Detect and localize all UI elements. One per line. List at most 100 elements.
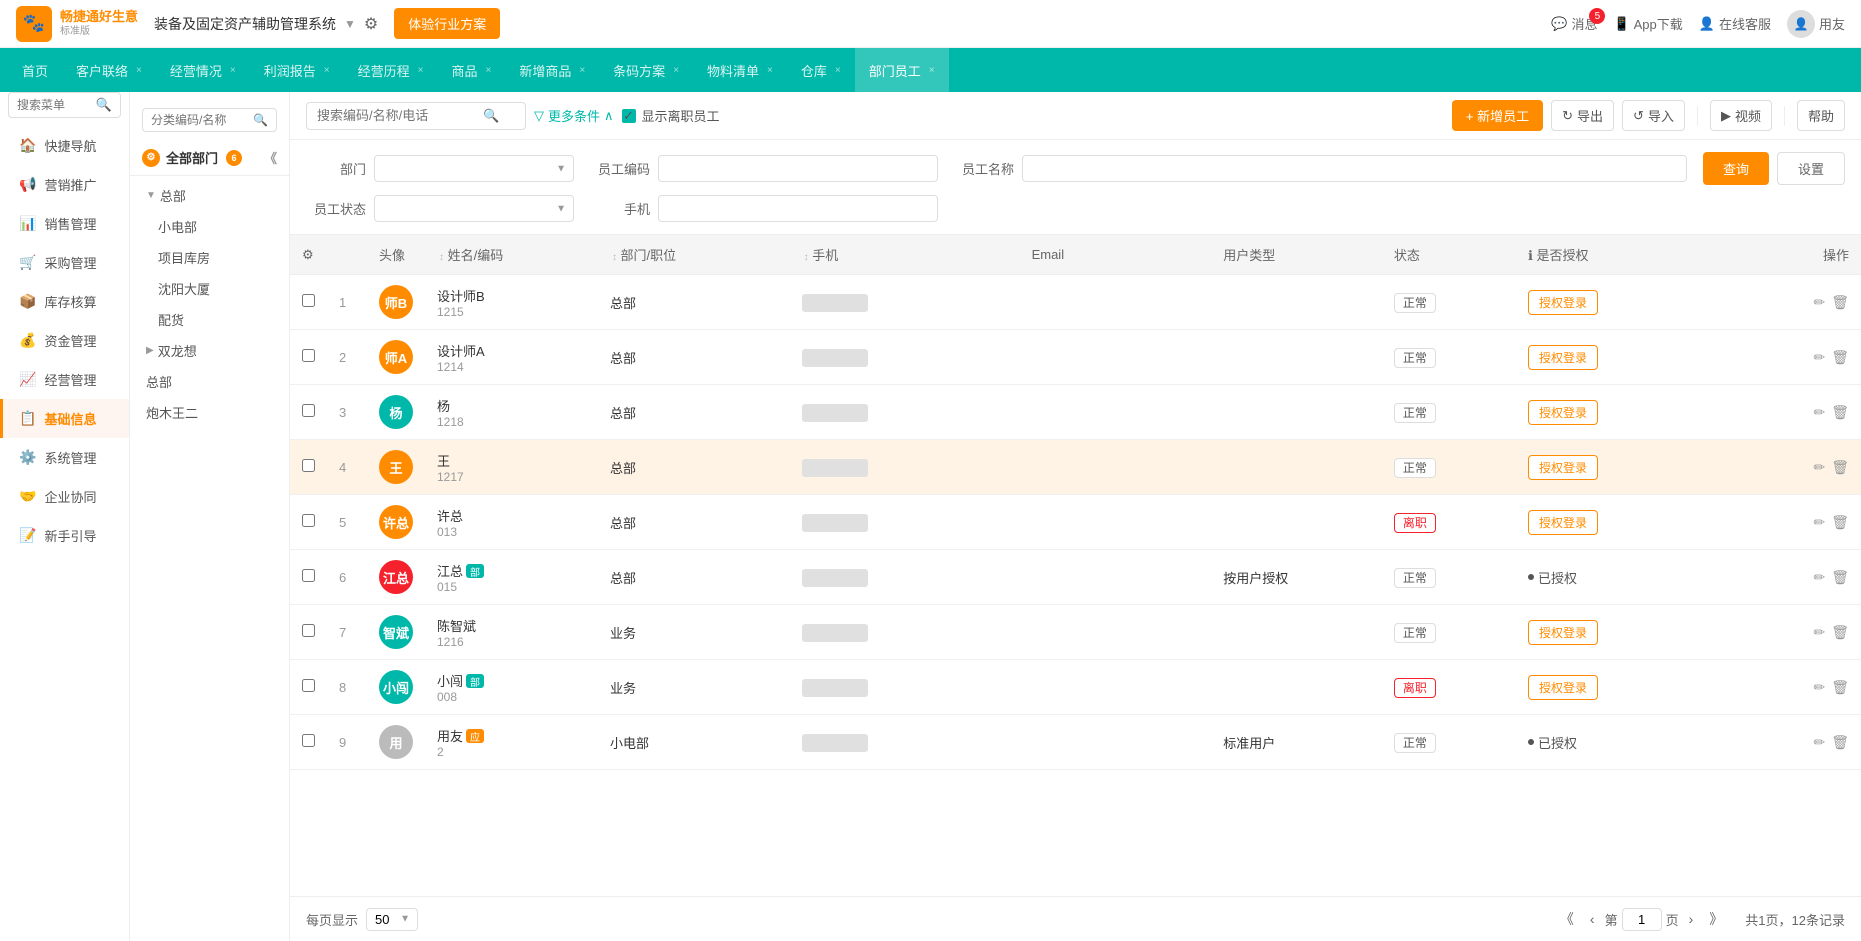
row-checkbox[interactable] xyxy=(302,624,315,637)
row-checkbox[interactable] xyxy=(302,404,315,417)
delete-icon[interactable]: 🗑 xyxy=(1831,349,1849,366)
edit-icon[interactable]: ✏ xyxy=(1813,404,1825,421)
dept-item-peihuo[interactable]: 配货 xyxy=(130,304,289,335)
row-checkbox[interactable] xyxy=(302,514,315,527)
edit-icon[interactable]: ✏ xyxy=(1813,679,1825,696)
page-number-input[interactable] xyxy=(1622,908,1662,931)
dept-select[interactable] xyxy=(374,155,574,182)
add-employee-button[interactable]: + 新增员工 xyxy=(1452,100,1543,131)
close-icon[interactable]: × xyxy=(673,65,679,76)
nav-tab-bom[interactable]: 物料清单 × xyxy=(693,48,787,92)
auth-login-button[interactable]: 授权登录 xyxy=(1528,455,1598,480)
close-icon[interactable]: × xyxy=(835,65,841,76)
th-dept[interactable]: ↕ 部门/职位 xyxy=(598,235,790,275)
status-select-wrapper[interactable] xyxy=(374,195,574,222)
last-page-btn[interactable]: 》 xyxy=(1703,907,1729,931)
auth-login-button[interactable]: 授权登录 xyxy=(1528,290,1598,315)
delete-icon[interactable]: 🗑 xyxy=(1831,624,1849,641)
first-page-btn[interactable]: 《 xyxy=(1554,907,1580,931)
th-settings[interactable]: ⚙ xyxy=(290,235,327,275)
table-settings-icon[interactable]: ⚙ xyxy=(302,247,314,262)
edit-icon[interactable]: ✏ xyxy=(1813,514,1825,531)
online-service-item[interactable]: 👤 在线客服 xyxy=(1699,14,1771,33)
app-download-item[interactable]: 📱 App下载 xyxy=(1613,14,1682,33)
th-name[interactable]: ↕ 姓名/编码 xyxy=(425,235,598,275)
nav-tab-profit[interactable]: 利润报告 × xyxy=(250,48,344,92)
sidebar-search-input[interactable] xyxy=(17,98,96,112)
sidebar-item-system[interactable]: ⚙️ 系统管理 xyxy=(0,438,129,477)
nav-tab-employees[interactable]: 部门员工 × xyxy=(855,48,949,92)
dept-item-xiangmujiafang[interactable]: 项目库房 xyxy=(130,242,289,273)
sidebar-item-marketing[interactable]: 📢 营销推广 xyxy=(0,165,129,204)
empname-input[interactable] xyxy=(1022,155,1687,182)
edit-icon[interactable]: ✏ xyxy=(1813,624,1825,641)
cell-checkbox[interactable] xyxy=(290,660,327,715)
cell-checkbox[interactable] xyxy=(290,495,327,550)
nav-tab-history[interactable]: 经营历程 × xyxy=(344,48,438,92)
sidebar-search[interactable]: 🔍 xyxy=(8,92,121,118)
row-checkbox[interactable] xyxy=(302,734,315,747)
nav-tab-home[interactable]: 首页 xyxy=(8,48,62,92)
trial-button[interactable]: 体验行业方案 xyxy=(394,8,500,39)
empcode-input[interactable] xyxy=(658,155,938,182)
help-button[interactable]: 帮助 xyxy=(1797,100,1845,131)
nav-tab-warehouse[interactable]: 仓库 × xyxy=(787,48,855,92)
dept-tree-search[interactable]: 🔍 xyxy=(142,108,277,132)
dept-item-xiaodianbu[interactable]: 小电部 xyxy=(130,211,289,242)
delete-icon[interactable]: 🗑 xyxy=(1831,404,1849,421)
sidebar-item-sales[interactable]: 📊 销售管理 xyxy=(0,204,129,243)
sidebar-item-quicknav[interactable]: 🏠 快捷导航 xyxy=(0,126,129,165)
cell-checkbox[interactable] xyxy=(290,275,327,330)
view-button[interactable]: ▶ 视频 xyxy=(1710,100,1772,131)
page-size-select[interactable]: 50 10 20 100 xyxy=(366,908,418,931)
close-icon[interactable]: × xyxy=(485,65,491,76)
message-icon-item[interactable]: 💬 消息 5 xyxy=(1551,14,1597,33)
dept-item-shenyangdajian[interactable]: 沈阳大厦 xyxy=(130,273,289,304)
next-page-btn[interactable]: › xyxy=(1683,909,1700,929)
cell-checkbox[interactable] xyxy=(290,605,327,660)
status-select[interactable] xyxy=(374,195,574,222)
import-button[interactable]: ↺ 导入 xyxy=(1622,100,1685,131)
auth-login-button[interactable]: 授权登录 xyxy=(1528,400,1598,425)
delete-icon[interactable]: 🗑 xyxy=(1831,514,1849,531)
nav-tab-barcode[interactable]: 条码方案 × xyxy=(599,48,693,92)
edit-icon[interactable]: ✏ xyxy=(1813,569,1825,586)
auth-login-button[interactable]: 授权登录 xyxy=(1528,620,1598,645)
row-checkbox[interactable] xyxy=(302,294,315,307)
row-checkbox[interactable] xyxy=(302,349,315,362)
auth-login-button[interactable]: 授权登录 xyxy=(1528,675,1598,700)
dept-search-input[interactable] xyxy=(151,113,253,127)
sidebar-item-cooperation[interactable]: 🤝 企业协同 xyxy=(0,477,129,516)
query-button[interactable]: 查询 xyxy=(1703,152,1769,185)
row-checkbox[interactable] xyxy=(302,569,315,582)
auth-login-button[interactable]: 授权登录 xyxy=(1528,345,1598,370)
th-phone[interactable]: ↕ 手机 xyxy=(790,235,1020,275)
cell-checkbox[interactable] xyxy=(290,715,327,770)
more-filters-btn[interactable]: ▽ 更多条件 ∧ xyxy=(534,106,614,125)
sidebar-item-basic[interactable]: 📋 基础信息 xyxy=(0,399,129,438)
nav-tab-customer[interactable]: 客户联络 × xyxy=(62,48,156,92)
employee-search-input[interactable] xyxy=(317,108,477,123)
cell-checkbox[interactable] xyxy=(290,385,327,440)
delete-icon[interactable]: 🗑 xyxy=(1831,734,1849,751)
filter-settings-button[interactable]: 设置 xyxy=(1777,152,1845,185)
edit-icon[interactable]: ✏ xyxy=(1813,349,1825,366)
show-resigned-checkbox[interactable]: ✓ xyxy=(622,109,636,123)
prev-page-btn[interactable]: ‹ xyxy=(1584,909,1601,929)
cell-checkbox[interactable] xyxy=(290,550,327,605)
cell-checkbox[interactable] xyxy=(290,330,327,385)
auth-login-button[interactable]: 授权登录 xyxy=(1528,510,1598,535)
sidebar-item-inventory[interactable]: 📦 库存核算 xyxy=(0,282,129,321)
close-icon[interactable]: × xyxy=(230,65,236,76)
phone-input[interactable] xyxy=(658,195,938,222)
delete-icon[interactable]: 🗑 xyxy=(1831,679,1849,696)
sidebar-item-finance[interactable]: 💰 资金管理 xyxy=(0,321,129,360)
dept-item-paomuwanger[interactable]: 炮木王二 xyxy=(130,397,289,428)
delete-icon[interactable]: 🗑 xyxy=(1831,294,1849,311)
collapse-icon[interactable]: 《 xyxy=(264,148,277,167)
page-size-wrapper[interactable]: 50 10 20 100 xyxy=(366,908,418,931)
system-dropdown-icon[interactable]: ▼ xyxy=(344,17,356,31)
close-icon[interactable]: × xyxy=(324,65,330,76)
delete-icon[interactable]: 🗑 xyxy=(1831,569,1849,586)
delete-icon[interactable]: 🗑 xyxy=(1831,459,1849,476)
